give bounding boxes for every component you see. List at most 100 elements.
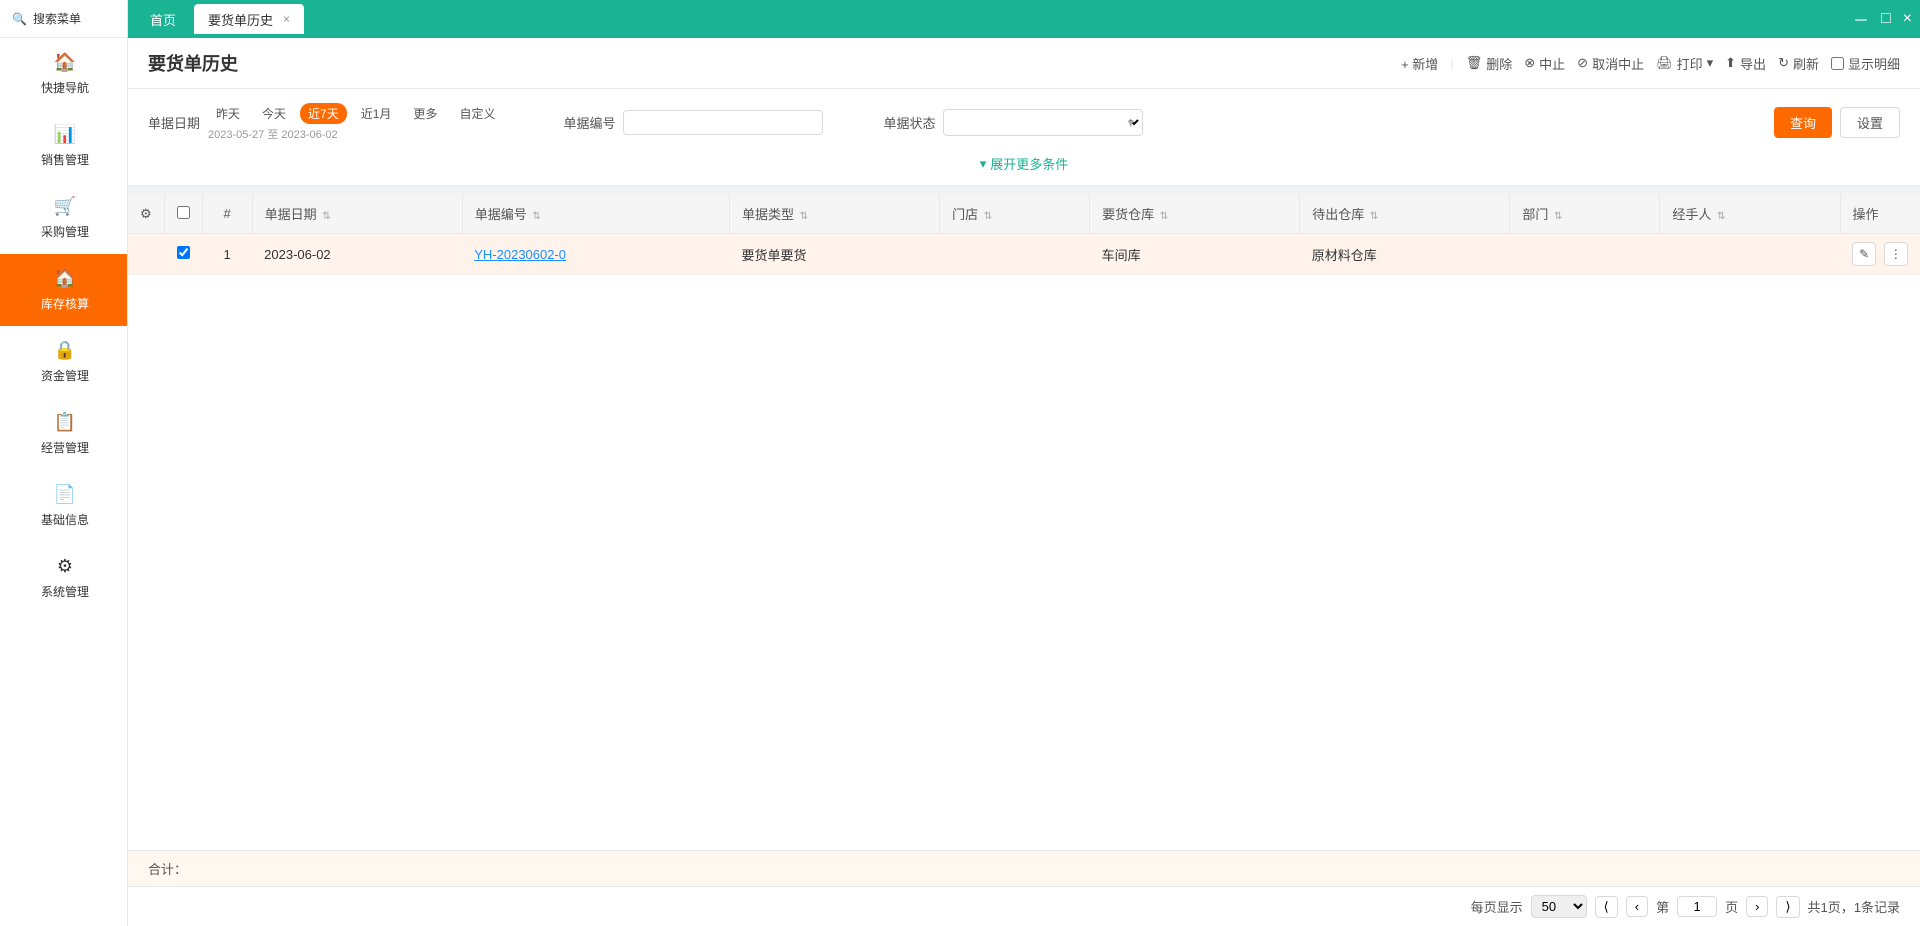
sidebar-label-inventory: 库存核算	[41, 295, 89, 312]
filter-area: 单据日期 昨天今天近7天近1月更多自定义 2023-05-27 至 2023-0…	[128, 89, 1920, 186]
date-shortcut-今天[interactable]: 今天	[254, 103, 294, 124]
col-department: 部门 ⇅	[1510, 194, 1660, 234]
tab-home[interactable]: 首页	[136, 4, 190, 34]
delete-label: 删除	[1486, 54, 1512, 73]
query-button[interactable]: 查询	[1774, 107, 1832, 138]
date-filter-group: 单据日期 昨天今天近7天近1月更多自定义 2023-05-27 至 2023-0…	[148, 103, 503, 142]
show-detail-checkbox[interactable]: 显示明细	[1831, 54, 1900, 73]
window-minimize-icon[interactable]: －	[1853, 7, 1869, 31]
page-size-label: 每页显示	[1471, 897, 1523, 916]
status-label: 单据状态	[883, 113, 935, 132]
date-shortcut-近1月[interactable]: 近1月	[353, 103, 400, 124]
doc-no-input[interactable]	[623, 110, 823, 135]
row-store-cell	[940, 234, 1090, 275]
prev-page-btn[interactable]: ‹	[1626, 896, 1648, 917]
row-docno-cell[interactable]: YH-20230602-0	[462, 234, 729, 275]
tab-window-controls: － □ ×	[1853, 7, 1912, 31]
chevron-down-icon: ▾	[980, 156, 987, 172]
row-checkbox[interactable]	[177, 246, 190, 259]
sidebar-item-system[interactable]: ⚙ 系统管理	[0, 542, 127, 614]
tab-home-label: 首页	[150, 10, 176, 29]
window-restore-icon[interactable]: □	[1881, 10, 1891, 28]
table-row[interactable]: 1 2023-06-02 YH-20230602-0 要货单要货 车间库 原材料…	[128, 234, 1920, 275]
sales-icon: 📊	[54, 124, 76, 145]
sidebar-item-quick-nav[interactable]: 🏠 快捷导航	[0, 38, 127, 110]
row-check-cell[interactable]	[164, 234, 202, 275]
content-wrapper: 要货单历史 + 新增 | 🗑 删除 ⊗ 中止 ⊘ 取消中止 🖨	[128, 38, 1920, 926]
sidebar-search[interactable]: 🔍 搜索菜单	[0, 0, 127, 38]
export-button[interactable]: ⬆ 导出	[1725, 54, 1766, 73]
export-label: 导出	[1740, 54, 1766, 73]
tab-close-icon[interactable]: ×	[283, 12, 290, 26]
sidebar-item-inventory[interactable]: 🏠 库存核算	[0, 254, 127, 326]
quick-nav-icon: 🏠	[54, 52, 76, 73]
last-page-btn[interactable]: ⟩	[1776, 896, 1799, 918]
data-table: ⚙ # 单据日期 ⇅ 单据编号 ⇅ 单据类型 ⇅ 门店 ⇅ 要货仓库 ⇅ 待出仓…	[128, 194, 1920, 275]
page-size-select[interactable]: 2050100200	[1531, 895, 1587, 918]
new-button[interactable]: + 新增	[1401, 54, 1438, 73]
date-shortcut-自定义[interactable]: 自定义	[451, 103, 503, 124]
sidebar: 🔍 搜索菜单 🏠 快捷导航 📊 销售管理 🛒 采购管理 🏠 库存核算 🔒 资金管…	[0, 0, 128, 926]
show-detail-input[interactable]	[1831, 57, 1844, 70]
refresh-label: 刷新	[1793, 54, 1819, 73]
date-shortcut-昨天[interactable]: 昨天	[208, 103, 248, 124]
refresh-button[interactable]: ↻ 刷新	[1778, 54, 1819, 73]
sidebar-item-basic-info[interactable]: 📄 基础信息	[0, 470, 127, 542]
stop-label: 中止	[1539, 54, 1565, 73]
date-shortcuts: 昨天今天近7天近1月更多自定义	[208, 103, 503, 124]
col-doc-no: 单据编号 ⇅	[462, 194, 729, 234]
doc-no-filter-group: 单据编号	[563, 110, 823, 135]
col-check	[164, 194, 202, 234]
refresh-icon: ↻	[1778, 55, 1789, 71]
settings-button[interactable]: 设置	[1840, 107, 1900, 138]
col-settings[interactable]: ⚙	[128, 194, 164, 234]
page-number-input[interactable]	[1677, 896, 1717, 917]
col-num: #	[202, 194, 252, 234]
row-pending-warehouse-cell: 原材料仓库	[1300, 234, 1510, 275]
summary-label: 合计：	[148, 862, 187, 877]
table-scroll[interactable]: ⚙ # 单据日期 ⇅ 单据编号 ⇅ 单据类型 ⇅ 门店 ⇅ 要货仓库 ⇅ 待出仓…	[128, 194, 1920, 850]
col-store: 门店 ⇅	[940, 194, 1090, 234]
row-department-cell	[1510, 234, 1660, 275]
status-select[interactable]	[943, 109, 1143, 136]
page-label-first: 第	[1656, 897, 1669, 916]
page-title: 要货单历史	[148, 50, 1401, 76]
sidebar-item-finance[interactable]: 🔒 资金管理	[0, 326, 127, 398]
sidebar-label-sales: 销售管理	[41, 151, 89, 168]
sidebar-label-basic-info: 基础信息	[41, 511, 89, 528]
date-range-display: 2023-05-27 至 2023-06-02	[208, 126, 503, 142]
finance-icon: 🔒	[54, 340, 76, 361]
export-icon: ⬆	[1725, 55, 1736, 71]
status-filter-group: 单据状态 ▾	[883, 109, 1134, 136]
next-page-btn[interactable]: ›	[1746, 896, 1768, 917]
expand-more-btn[interactable]: ▾ 展开更多条件	[148, 150, 1900, 177]
row-edit-btn[interactable]: ✎	[1852, 242, 1876, 266]
tab-current-label: 要货单历史	[208, 10, 273, 29]
window-close-icon[interactable]: ×	[1903, 10, 1912, 28]
sidebar-item-sales[interactable]: 📊 销售管理	[0, 110, 127, 182]
table-area: ⚙ # 单据日期 ⇅ 单据编号 ⇅ 单据类型 ⇅ 门店 ⇅ 要货仓库 ⇅ 待出仓…	[128, 194, 1920, 926]
sidebar-label-system: 系统管理	[41, 583, 89, 600]
print-dropdown-icon: ▾	[1707, 55, 1714, 71]
filter-row-1: 单据日期 昨天今天近7天近1月更多自定义 2023-05-27 至 2023-0…	[148, 103, 1900, 142]
sidebar-item-operations[interactable]: 📋 经营管理	[0, 398, 127, 470]
cancel-stop-button[interactable]: ⊘ 取消中止	[1577, 54, 1644, 73]
date-shortcut-近7天[interactable]: 近7天	[300, 103, 347, 124]
pagination-bar: 每页显示 2050100200 ⟨ ‹ 第 页 › ⟩ 共1页，1条记录	[128, 886, 1920, 926]
doc-no-link[interactable]: YH-20230602-0	[474, 247, 566, 262]
select-all-checkbox[interactable]	[177, 206, 190, 219]
row-more-btn[interactable]: ⋮	[1884, 242, 1908, 266]
date-shortcut-更多[interactable]: 更多	[405, 103, 445, 124]
table-footer: 合计：	[128, 850, 1920, 886]
stop-button[interactable]: ⊗ 中止	[1524, 54, 1565, 73]
print-button[interactable]: 🖨 打印 ▾	[1656, 54, 1713, 73]
tab-current[interactable]: 要货单历史 ×	[194, 4, 304, 34]
sidebar-item-purchase[interactable]: 🛒 采购管理	[0, 182, 127, 254]
col-handler: 经手人 ⇅	[1660, 194, 1840, 234]
row-req-warehouse-cell: 车间库	[1090, 234, 1300, 275]
cancel-stop-label: 取消中止	[1592, 54, 1644, 73]
col-date: 单据日期 ⇅	[252, 194, 462, 234]
stop-icon: ⊗	[1524, 55, 1535, 71]
delete-button[interactable]: 🗑 删除	[1466, 54, 1513, 73]
first-page-btn[interactable]: ⟨	[1595, 896, 1618, 918]
